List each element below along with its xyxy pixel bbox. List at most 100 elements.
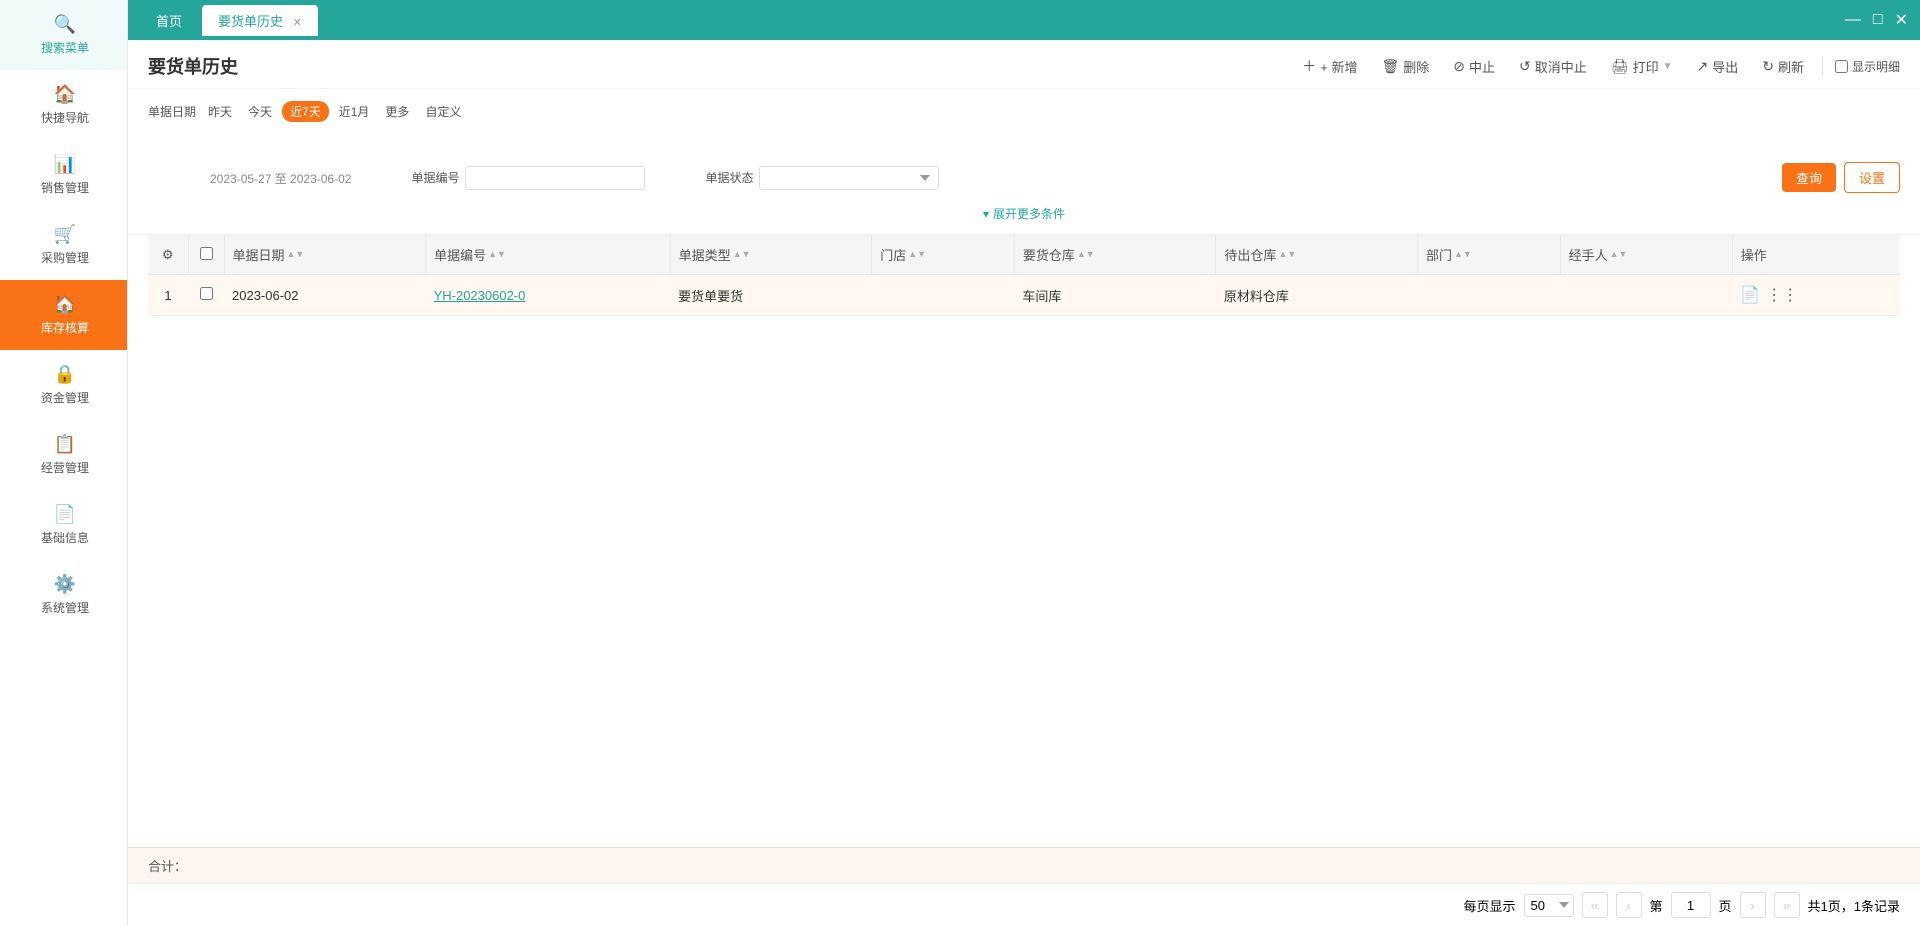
row-checkbox[interactable] xyxy=(200,287,213,300)
col-department[interactable]: 部门▲▼ xyxy=(1418,235,1561,275)
bill-no-input[interactable] xyxy=(465,166,645,190)
cancel-stop-button[interactable]: ↺ 取消中止 xyxy=(1513,53,1593,80)
sum-label: 合计： xyxy=(148,856,187,875)
col-bill-type[interactable]: 单据类型▲▼ xyxy=(670,235,872,275)
expand-more-btn[interactable]: ▾ 展开更多条件 xyxy=(148,201,1900,230)
row-view-icon[interactable]: 📄 xyxy=(1740,285,1760,305)
page-title: 要货单历史 xyxy=(148,53,1296,79)
topbar: 首页 要货单历史 ✕ — □ ✕ xyxy=(128,0,1920,40)
basic-info-icon: 📄 xyxy=(54,504,76,525)
content-area: 要货单历史 ＋ + 新增 🗑 删除 ⊘ 中止 ↺ 取消中止 xyxy=(128,40,1920,926)
per-page-select[interactable]: 50 20 100 xyxy=(1524,894,1574,917)
select-all-checkbox[interactable] xyxy=(200,247,213,260)
sidebar-item-ops-mgmt[interactable]: 📋 经营管理 xyxy=(0,420,127,490)
pagination-total-info: 共1页，1条记录 xyxy=(1808,896,1900,915)
stop-icon: ⊘ xyxy=(1453,58,1465,75)
filter-actions: 查询 设置 xyxy=(1782,162,1900,193)
pagination-prev-btn[interactable]: ‹ xyxy=(1616,892,1642,918)
date-btn-more[interactable]: 更多 xyxy=(379,101,415,122)
row-more-icon[interactable]: ⋮⋮ xyxy=(1766,285,1798,305)
col-handler[interactable]: 经手人▲▼ xyxy=(1560,235,1732,275)
bill-status-select[interactable] xyxy=(759,166,939,190)
pagination: 每页显示 50 20 100 « ‹ 第 页 › » 共1页，1条记录 xyxy=(128,883,1920,926)
stop-button[interactable]: ⊘ 中止 xyxy=(1447,53,1501,80)
date-btn-custom[interactable]: 自定义 xyxy=(419,101,467,122)
col-bill-no[interactable]: 单据编号▲▼ xyxy=(426,235,671,275)
pagination-last-btn[interactable]: » xyxy=(1774,892,1800,918)
data-table: ⚙ 单据日期▲▼ 单据编号▲▼ 单据类型▲▼ 门店▲▼ 要货仓库▲▼ 待出仓库▲… xyxy=(148,235,1900,316)
pagination-first-btn[interactable]: « xyxy=(1582,892,1608,918)
date-btn-today[interactable]: 今天 xyxy=(242,101,278,122)
refresh-button[interactable]: ↻ 刷新 xyxy=(1756,53,1810,80)
sidebar-item-search-menu[interactable]: 🔍 搜索菜单 xyxy=(0,0,127,70)
page-header: 要货单历史 ＋ + 新增 🗑 删除 ⊘ 中止 ↺ 取消中止 xyxy=(128,40,1920,89)
tab-close-icon[interactable]: ✕ xyxy=(293,17,302,29)
sort-arrows-bill-type: ▲▼ xyxy=(733,251,751,257)
finance-icon: 🔒 xyxy=(54,364,76,385)
col-store[interactable]: 门店▲▼ xyxy=(872,235,1015,275)
col-target-warehouse[interactable]: 待出仓库▲▼ xyxy=(1216,235,1418,275)
tab-home[interactable]: 首页 xyxy=(140,5,198,36)
cell-num: 1 xyxy=(148,275,188,316)
export-button[interactable]: ↗ 导出 xyxy=(1690,53,1744,80)
cell-checkbox[interactable] xyxy=(188,275,224,316)
minimize-button[interactable]: — xyxy=(1845,11,1861,29)
new-icon: ＋ xyxy=(1302,56,1316,76)
sidebar-item-sales-mgmt[interactable]: 📊 销售管理 xyxy=(0,140,127,210)
toolbar: ＋ + 新增 🗑 删除 ⊘ 中止 ↺ 取消中止 🖨 打印 xyxy=(1296,52,1900,80)
cell-bill-no: YH-20230602-0 xyxy=(426,275,671,316)
export-icon: ↗ xyxy=(1696,58,1708,75)
col-checkbox[interactable] xyxy=(188,235,224,275)
filter-settings-button[interactable]: 设置 xyxy=(1844,162,1900,193)
col-req-warehouse[interactable]: 要货仓库▲▼ xyxy=(1014,235,1216,275)
col-bill-date[interactable]: 单据日期▲▼ xyxy=(224,235,426,275)
print-button[interactable]: 🖨 打印 ▼ xyxy=(1605,53,1679,80)
cell-bill-date: 2023-06-02 xyxy=(224,275,426,316)
cell-action: 📄 ⋮⋮ xyxy=(1732,275,1900,316)
main-area: 首页 要货单历史 ✕ — □ ✕ 要货单历史 ＋ + 新增 🗑 删除 xyxy=(128,0,1920,926)
delete-button[interactable]: 🗑 删除 xyxy=(1375,53,1435,80)
tab-requisition-history[interactable]: 要货单历史 ✕ xyxy=(202,5,318,36)
table-row: 1 2023-06-02 YH-20230602-0 要货单要货 车间库 原材料… xyxy=(148,275,1900,316)
filter-billno-group: 单据编号 xyxy=(411,166,645,190)
sidebar-item-sys-mgmt[interactable]: ⚙️ 系统管理 xyxy=(0,560,127,630)
pagination-next-btn[interactable]: › xyxy=(1740,892,1766,918)
pagination-page-unit: 页 xyxy=(1719,896,1732,915)
inventory-icon: 🏠 xyxy=(54,294,76,315)
display-detail-input[interactable] xyxy=(1835,60,1848,73)
table-footer: 合计： xyxy=(128,847,1920,883)
expand-more-icon: ▾ xyxy=(983,207,989,221)
new-button[interactable]: ＋ + 新增 xyxy=(1296,52,1363,80)
filter-row-1: 单据日期 昨天 今天 近7天 近1月 更多 自定义 2023-05-27 至 2… xyxy=(148,101,1900,193)
display-detail-checkbox[interactable]: 显示明细 xyxy=(1835,58,1900,75)
col-settings[interactable]: ⚙ xyxy=(148,235,188,275)
date-btn-yesterday[interactable]: 昨天 xyxy=(202,101,238,122)
sort-arrows-req-warehouse: ▲▼ xyxy=(1077,251,1095,257)
sidebar-item-quick-nav[interactable]: 🏠 快捷导航 xyxy=(0,70,127,140)
query-button[interactable]: 查询 xyxy=(1782,163,1836,192)
sort-arrows-handler: ▲▼ xyxy=(1610,251,1628,257)
refresh-icon: ↻ xyxy=(1762,58,1774,75)
search-menu-icon: 🔍 xyxy=(54,14,76,35)
filter-status-group: 单据状态 xyxy=(705,166,939,190)
date-btn-last7days[interactable]: 近7天 xyxy=(282,101,329,122)
pagination-current-page[interactable] xyxy=(1671,892,1711,918)
cancel-stop-icon: ↺ xyxy=(1519,58,1531,75)
print-icon: 🖨 xyxy=(1611,58,1629,75)
sidebar-item-inventory[interactable]: 🏠 库存核算 xyxy=(0,280,127,350)
cell-target-warehouse: 原材料仓库 xyxy=(1216,275,1418,316)
sidebar-item-finance-mgmt[interactable]: 🔒 资金管理 xyxy=(0,350,127,420)
sort-arrows-store: ▲▼ xyxy=(908,251,926,257)
close-button[interactable]: ✕ xyxy=(1895,10,1908,30)
cell-bill-type: 要货单要货 xyxy=(670,275,872,316)
sort-arrows-department: ▲▼ xyxy=(1454,251,1472,257)
sort-arrows-bill-date: ▲▼ xyxy=(287,251,305,257)
sidebar-item-purchase-mgmt[interactable]: 🛒 采购管理 xyxy=(0,210,127,280)
print-dropdown-icon: ▼ xyxy=(1663,61,1673,72)
date-btn-last-month[interactable]: 近1月 xyxy=(333,101,376,122)
bill-no-link[interactable]: YH-20230602-0 xyxy=(434,288,526,303)
sidebar-item-basic-info[interactable]: 📄 基础信息 xyxy=(0,490,127,560)
bill-no-label: 单据编号 xyxy=(411,169,459,186)
filter-date-group: 单据日期 昨天 今天 近7天 近1月 更多 自定义 xyxy=(148,101,467,122)
maximize-button[interactable]: □ xyxy=(1873,11,1883,29)
